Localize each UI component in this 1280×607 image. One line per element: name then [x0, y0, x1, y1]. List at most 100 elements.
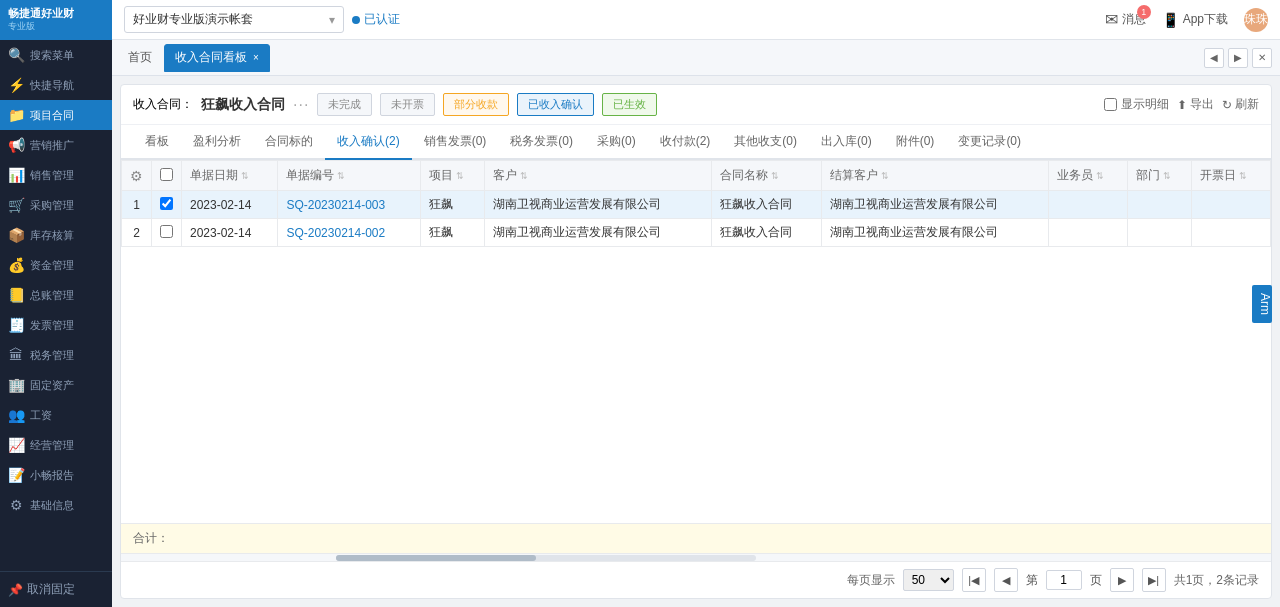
tab-purchase[interactable]: 采购(0) [585, 125, 648, 160]
tab-other-income[interactable]: 其他收支(0) [722, 125, 809, 160]
row-checkbox-cell[interactable] [152, 219, 182, 247]
select-all-checkbox[interactable] [160, 168, 173, 181]
tab-home[interactable]: 首页 [120, 45, 160, 70]
tab-tax-invoice[interactable]: 税务发票(0) [498, 125, 585, 160]
refresh-label: 刷新 [1235, 96, 1259, 113]
settings-column: ⚙ [122, 161, 152, 191]
sidebar-item-label: 发票管理 [30, 318, 74, 333]
right-float-panel[interactable]: Arm [1252, 285, 1272, 323]
sidebar-item-tax[interactable]: 🏛 税务管理 [0, 340, 112, 370]
sidebar-item-quick-nav[interactable]: ⚡ 快捷导航 [0, 70, 112, 100]
show-detail-checkbox[interactable] [1104, 98, 1117, 111]
sidebar-item-purchase[interactable]: 🛒 采购管理 [0, 190, 112, 220]
sort-invoice-icon[interactable]: ⇅ [1239, 171, 1247, 181]
tab-attachments[interactable]: 附件(0) [884, 125, 947, 160]
page-prev-button[interactable]: ◀ [994, 568, 1018, 592]
sidebar-item-marketing[interactable]: 📢 营销推广 [0, 130, 112, 160]
th-invoice-date: 开票日⇅ [1192, 161, 1271, 191]
account-selector[interactable]: 好业财专业版演示帐套 ▾ [124, 6, 344, 33]
row-checkbox[interactable] [160, 197, 173, 210]
tab-warehouse[interactable]: 出入库(0) [809, 125, 884, 160]
reports-icon: 📝 [8, 467, 24, 483]
tab-revenue-confirm[interactable]: 收入确认(2) [325, 125, 412, 160]
sidebar-item-label: 库存核算 [30, 228, 74, 243]
row-checkbox-cell[interactable] [152, 191, 182, 219]
sort-date-icon[interactable]: ⇅ [241, 171, 249, 181]
status-active[interactable]: 已生效 [602, 93, 657, 116]
inventory-icon: 📦 [8, 227, 24, 243]
page-next-button[interactable]: ▶ [1110, 568, 1134, 592]
row-bill-no[interactable]: SQ-20230214-003 [278, 191, 420, 219]
sidebar-item-search[interactable]: 🔍 搜索菜单 [0, 40, 112, 70]
sidebar-item-general[interactable]: 📒 总账管理 [0, 280, 112, 310]
row-checkbox[interactable] [160, 225, 173, 238]
row-num: 2 [122, 219, 152, 247]
more-button[interactable]: ··· [293, 96, 309, 114]
pin-button[interactable]: 📌 取消固定 [8, 576, 104, 603]
row-invoice-date [1192, 219, 1271, 247]
sort-settlement-icon[interactable]: ⇅ [881, 171, 889, 181]
user-menu[interactable]: 珠珠 [1244, 8, 1268, 32]
row-bill-no[interactable]: SQ-20230214-002 [278, 219, 420, 247]
tab-prev-button[interactable]: ◀ [1204, 48, 1224, 68]
sidebar-item-invoice[interactable]: 🧾 发票管理 [0, 310, 112, 340]
show-detail-label: 显示明细 [1121, 96, 1169, 113]
sort-project-icon[interactable]: ⇅ [456, 171, 464, 181]
status-uninvoiced[interactable]: 未开票 [380, 93, 435, 116]
sort-dept-icon[interactable]: ⇅ [1163, 171, 1171, 181]
show-detail-toggle[interactable]: 显示明细 [1104, 96, 1169, 113]
per-page-select[interactable]: 20 50 100 200 [903, 569, 954, 591]
bill-no-link[interactable]: SQ-20230214-003 [286, 198, 385, 212]
table-row[interactable]: 2 2023-02-14 SQ-20230214-002 狂飙 湖南卫视商业运营… [122, 219, 1271, 247]
tab-board[interactable]: 看板 [133, 125, 181, 160]
row-settlement-customer: 湖南卫视商业运营发展有限公司 [821, 219, 1049, 247]
sidebar-item-basic[interactable]: ⚙ 基础信息 [0, 490, 112, 520]
sort-billno-icon[interactable]: ⇅ [337, 171, 345, 181]
tab-change-log[interactable]: 变更记录(0) [946, 125, 1033, 160]
status-incomplete[interactable]: 未完成 [317, 93, 372, 116]
sidebar-item-sales[interactable]: 📊 销售管理 [0, 160, 112, 190]
scroll-thumb[interactable] [336, 555, 536, 561]
page-suffix: 页 [1090, 572, 1102, 589]
sidebar-item-label: 税务管理 [30, 348, 74, 363]
sidebar-item-reports[interactable]: 📝 小畅报告 [0, 460, 112, 490]
sort-customer-icon[interactable]: ⇅ [520, 171, 528, 181]
tab-close-icon[interactable]: × [253, 52, 259, 63]
page-last-button[interactable]: ▶| [1142, 568, 1166, 592]
status-confirmed[interactable]: 已收入确认 [517, 93, 594, 116]
sidebar-item-label: 资金管理 [30, 258, 74, 273]
page-input[interactable] [1046, 570, 1082, 590]
sidebar-item-operation[interactable]: 📈 经营管理 [0, 430, 112, 460]
sidebar-item-project[interactable]: 📁 项目合同 [0, 100, 112, 130]
tab-profit[interactable]: 盈利分析 [181, 125, 253, 160]
sidebar: 畅捷通好业财 专业版 🔍 搜索菜单 ⚡ 快捷导航 📁 项目合同 📢 营销推广 📊… [0, 0, 112, 607]
export-button[interactable]: ⬆ 导出 [1177, 96, 1214, 113]
sidebar-item-funds[interactable]: 💰 资金管理 [0, 250, 112, 280]
tab-sales-invoice[interactable]: 销售发票(0) [412, 125, 499, 160]
message-button[interactable]: ✉ 1 消息 [1105, 10, 1146, 29]
refresh-button[interactable]: ↻ 刷新 [1222, 96, 1259, 113]
tab-close-button[interactable]: ✕ [1252, 48, 1272, 68]
row-contract-name: 狂飙收入合同 [712, 219, 821, 247]
sidebar-item-inventory[interactable]: 📦 库存核算 [0, 220, 112, 250]
app-download-button[interactable]: 📱 App下载 [1162, 11, 1228, 28]
sidebar-item-assets[interactable]: 🏢 固定资产 [0, 370, 112, 400]
row-department [1128, 191, 1192, 219]
column-settings-icon[interactable]: ⚙ [130, 168, 143, 184]
tab-contract-board[interactable]: 收入合同看板 × [164, 44, 270, 72]
tab-contract-subject[interactable]: 合同标的 [253, 125, 325, 160]
status-partial[interactable]: 部分收款 [443, 93, 509, 116]
tab-payment[interactable]: 收付款(2) [648, 125, 723, 160]
pagination: 每页显示 20 50 100 200 |◀ ◀ 第 页 ▶ ▶| 共1页，2条记… [121, 561, 1271, 598]
sidebar-item-hr[interactable]: 👥 工资 [0, 400, 112, 430]
row-date: 2023-02-14 [182, 219, 278, 247]
bill-no-link[interactable]: SQ-20230214-002 [286, 226, 385, 240]
export-label: 导出 [1190, 96, 1214, 113]
tab-next-button[interactable]: ▶ [1228, 48, 1248, 68]
th-bill-no: 单据编号⇅ [278, 161, 420, 191]
sort-sales-icon[interactable]: ⇅ [1096, 171, 1104, 181]
sort-contract-icon[interactable]: ⇅ [771, 171, 779, 181]
page-first-button[interactable]: |◀ [962, 568, 986, 592]
table-row[interactable]: 1 2023-02-14 SQ-20230214-003 狂飙 湖南卫视商业运营… [122, 191, 1271, 219]
checkbox-column [152, 161, 182, 191]
